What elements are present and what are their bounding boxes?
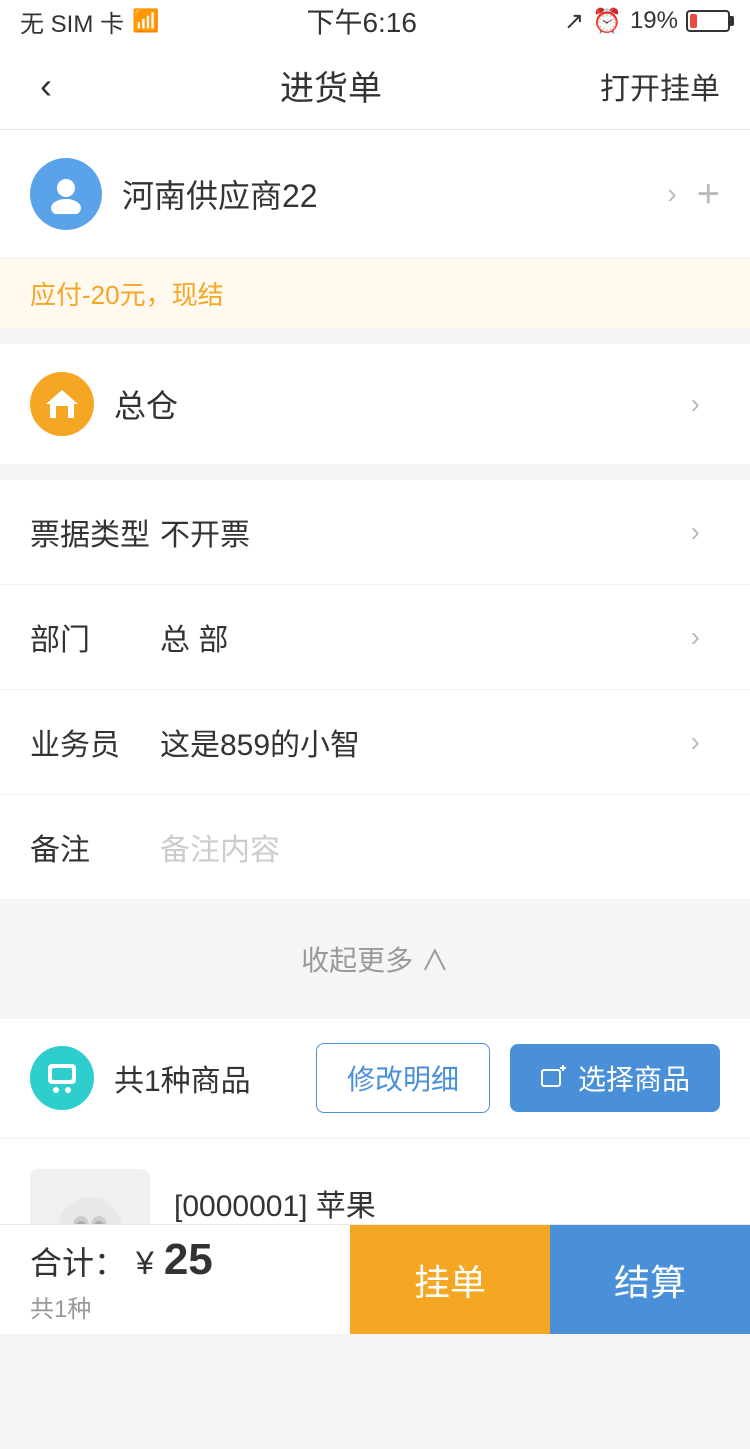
supplier-name: 河南供应商22 [122, 171, 667, 217]
collapse-button[interactable]: 收起更多 ∧ [0, 915, 750, 1003]
person-icon [46, 174, 86, 214]
checkout-label: 结算 [614, 1254, 686, 1306]
wifi-icon: 📶 [132, 8, 159, 34]
notice-bar: 应付-20元，现结 [0, 258, 750, 328]
footer-count: 共1种 [30, 1289, 320, 1324]
invoice-type-label: 票据类型 [30, 510, 160, 554]
battery-percent: 19% [630, 7, 678, 35]
total-amount: 25 [164, 1235, 213, 1285]
edit-detail-button[interactable]: 修改明细 [316, 1043, 490, 1113]
back-button[interactable]: ‹ [30, 55, 62, 117]
supplier-avatar [30, 158, 102, 230]
carrier-text: 无 SIM 卡 [20, 4, 124, 39]
supplier-section: 河南供应商22 › + 应付-20元，现结 [0, 130, 750, 328]
total-symbol: ¥ [136, 1245, 154, 1282]
alarm-icon: ⏰ [592, 7, 622, 36]
checkout-button[interactable]: 结算 [550, 1225, 750, 1334]
product-name: [0000001] 苹果 [174, 1181, 644, 1225]
battery-icon [686, 10, 730, 32]
warehouse-name: 总仓 [114, 381, 691, 427]
battery-fill [690, 14, 697, 28]
home-icon [44, 386, 80, 422]
invoice-type-value: 不开票 [160, 510, 691, 554]
status-right: ↗ ⏰ 19% [564, 7, 730, 36]
footer-total-area: 合计： ¥ 25 共1种 [0, 1225, 350, 1334]
invoice-type-arrow: › [691, 516, 700, 548]
salesperson-arrow: › [691, 726, 700, 758]
status-left: 无 SIM 卡 📶 [20, 4, 159, 39]
status-time: 下午6:16 [306, 1, 417, 41]
department-arrow: › [691, 621, 700, 653]
salesperson-label: 业务员 [30, 720, 160, 764]
footer: 合计： ¥ 25 共1种 挂单 结算 [0, 1224, 750, 1334]
footer-spacer [0, 1319, 750, 1449]
goods-icon [30, 1046, 94, 1110]
remark-row[interactable]: 备注 备注内容 [0, 795, 750, 899]
department-value: 总 部 [160, 615, 691, 659]
location-icon: ↗ [564, 7, 584, 36]
goods-count: 共1种商品 [114, 1056, 296, 1100]
supplier-arrow-icon: › [667, 178, 676, 210]
cart-icon [44, 1060, 80, 1096]
add-supplier-button[interactable]: + [697, 172, 720, 217]
remark-input[interactable]: 备注内容 [160, 825, 720, 869]
department-row[interactable]: 部门 总 部 › [0, 585, 750, 690]
select-goods-label: 选择商品 [578, 1058, 690, 1098]
warehouse-icon [30, 372, 94, 436]
salesperson-row[interactable]: 业务员 这是859的小智 › [0, 690, 750, 795]
select-goods-button[interactable]: 选择商品 [510, 1044, 720, 1112]
form-section: 票据类型 不开票 › 部门 总 部 › 业务员 这是859的小智 › 备注 备注… [0, 480, 750, 899]
invoice-type-row[interactable]: 票据类型 不开票 › [0, 480, 750, 585]
warehouse-row[interactable]: 总仓 › [0, 344, 750, 464]
department-label: 部门 [30, 615, 160, 659]
salesperson-value: 这是859的小智 [160, 720, 691, 764]
footer-total-row: 合计： ¥ 25 [30, 1235, 320, 1285]
pending-label: 挂单 [414, 1254, 486, 1306]
status-bar: 无 SIM 卡 📶 下午6:16 ↗ ⏰ 19% [0, 0, 750, 42]
warehouse-arrow-icon: › [691, 388, 700, 420]
open-pending-button[interactable]: 打开挂单 [600, 64, 720, 108]
total-label: 合计： [30, 1238, 126, 1284]
pending-button[interactable]: 挂单 [350, 1225, 550, 1334]
nav-bar: ‹ 进货单 打开挂单 [0, 42, 750, 130]
goods-header: 共1种商品 修改明细 选择商品 [0, 1019, 750, 1137]
page-title: 进货单 [280, 61, 382, 110]
select-goods-icon [540, 1064, 568, 1092]
collapse-label: 收起更多 ∧ [301, 939, 449, 979]
warehouse-section: 总仓 › [0, 344, 750, 464]
remark-label: 备注 [30, 825, 160, 869]
supplier-row[interactable]: 河南供应商22 › + [0, 130, 750, 258]
divider-1 [0, 1003, 750, 1019]
